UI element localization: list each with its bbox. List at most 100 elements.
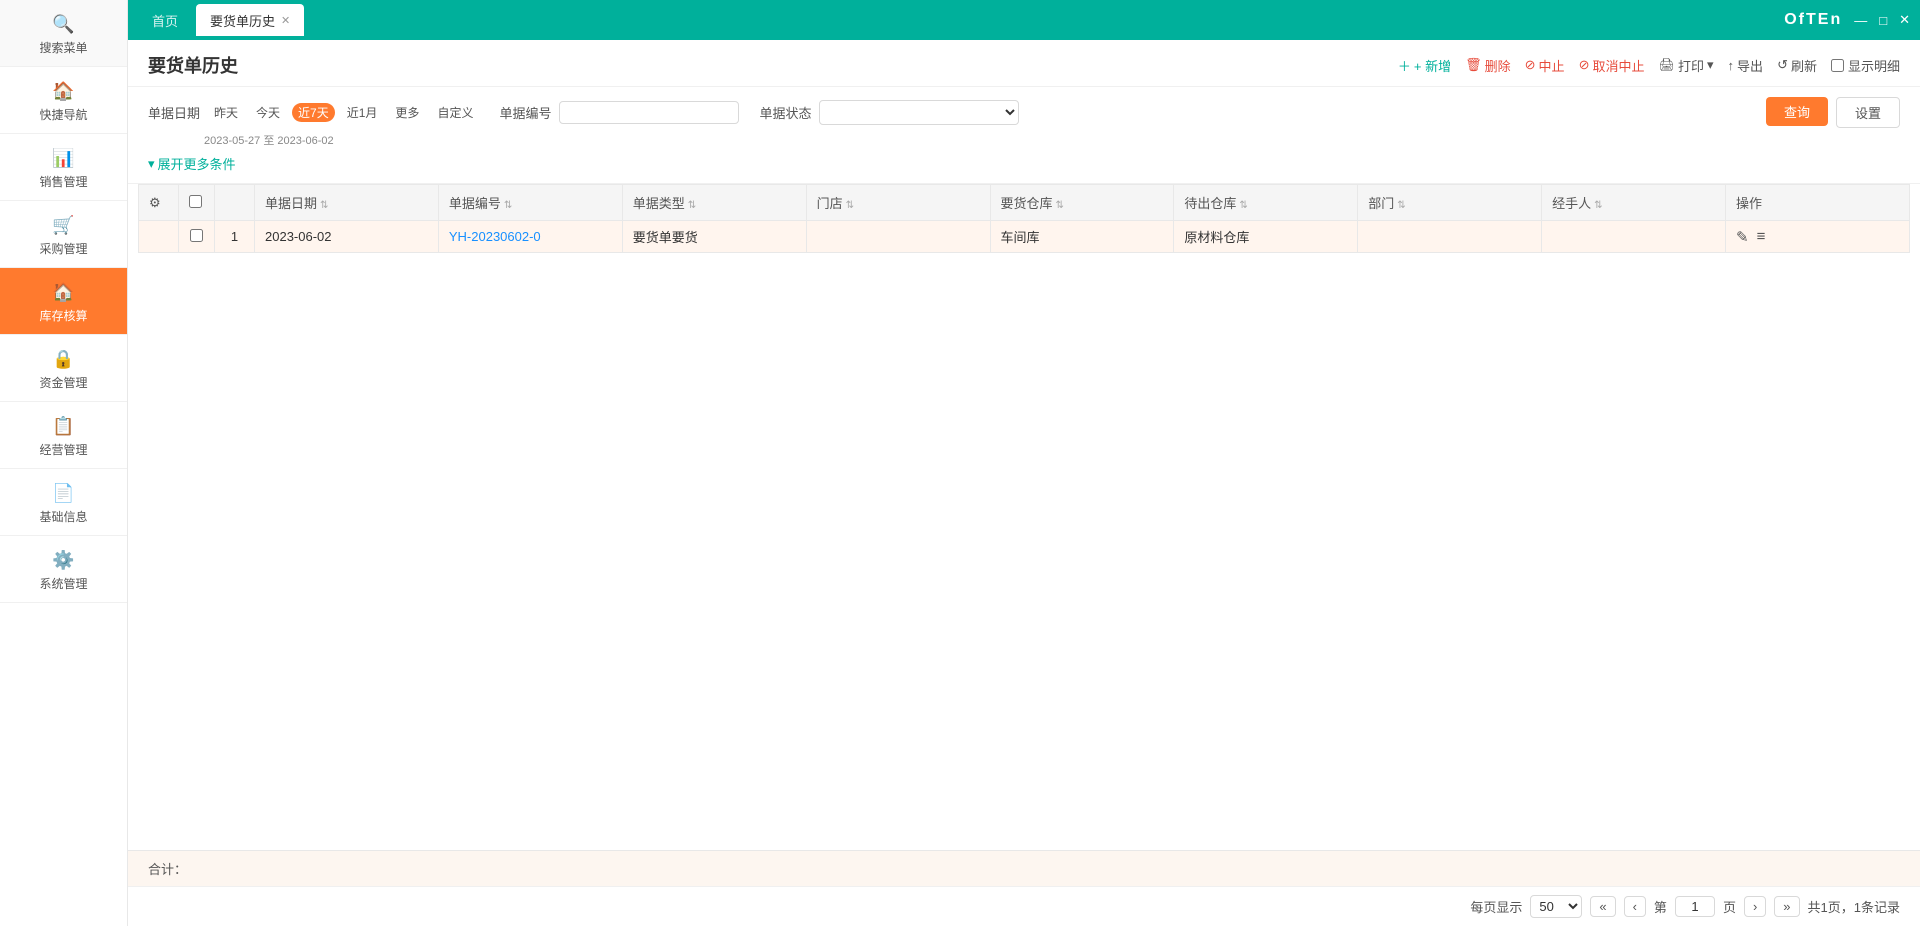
shortcut-today[interactable]: 今天 <box>250 103 286 122</box>
row-edit-icon[interactable]: ✎ <box>1736 228 1749 246</box>
page-size-select[interactable]: 20 50 100 <box>1530 895 1582 918</box>
col-doc-no[interactable]: 单据编号⇅ <box>438 185 622 221</box>
export-label: 导出 <box>1737 56 1763 75</box>
next-page-btn[interactable]: › <box>1744 896 1766 917</box>
tab-home[interactable]: 首页 <box>138 4 192 36</box>
shortcut-7days[interactable]: 近7天 <box>292 103 335 122</box>
sidebar-item-sales[interactable]: 📊 销售管理 <box>0 134 127 201</box>
query-button[interactable]: 查询 <box>1766 97 1828 126</box>
select-all-checkbox[interactable] <box>189 195 202 208</box>
sidebar-item-label: 采购管理 <box>39 240 87 257</box>
page-number-input[interactable] <box>1675 896 1715 917</box>
total-info: 共1页，1条记录 <box>1808 897 1900 916</box>
col-pending-warehouse[interactable]: 待出仓库⇅ <box>1174 185 1358 221</box>
col-department[interactable]: 部门⇅ <box>1358 185 1542 221</box>
sidebar-item-system[interactable]: ⚙️ 系统管理 <box>0 536 127 603</box>
row-department <box>1358 221 1542 253</box>
sidebar-item-inventory[interactable]: 🏠 库存核算 <box>0 268 127 335</box>
tab-requisition-label: 要货单历史 <box>210 11 275 30</box>
cancel-stop-button[interactable]: ⊘ 取消中止 <box>1579 56 1645 75</box>
refresh-button[interactable]: ↺ 刷新 <box>1777 56 1817 75</box>
last-page-btn[interactable]: » <box>1774 896 1799 917</box>
sales-icon: 📊 <box>52 148 74 169</box>
col-doc-date[interactable]: 单据日期⇅ <box>255 185 439 221</box>
sort-doc-no-icon: ⇅ <box>504 200 512 211</box>
sidebar-item-purchase[interactable]: 🛒 采购管理 <box>0 201 127 268</box>
sidebar-item-label: 资金管理 <box>39 374 87 391</box>
show-detail-label: 显示明细 <box>1848 56 1900 75</box>
window-minimize-btn[interactable]: — <box>1854 13 1867 28</box>
col-action: 操作 <box>1726 185 1910 221</box>
shortcut-yesterday[interactable]: 昨天 <box>208 103 244 122</box>
expand-filter-btn[interactable]: ▾ 展开更多条件 <box>148 154 1900 173</box>
sum-label: 合计： <box>148 859 187 878</box>
shortcut-1month[interactable]: 近1月 <box>341 103 384 122</box>
prev-page-btn[interactable]: ‹ <box>1624 896 1646 917</box>
col-checkbox <box>179 185 215 221</box>
refresh-icon: ↺ <box>1777 57 1788 73</box>
status-select[interactable] <box>819 100 1019 125</box>
table-row: 1 2023-06-02 YH-20230602-0 要货单要货 车间库 原材料… <box>139 221 1910 253</box>
content-area: 要货单历史 ＋ + 新增 🗑 删除 ⊘ 中止 ⊘ 取消中止 <box>128 40 1920 926</box>
row-index: 1 <box>215 221 255 253</box>
delete-button[interactable]: 🗑 删除 <box>1465 56 1511 75</box>
stop-button[interactable]: ⊘ 中止 <box>1525 56 1565 75</box>
stop-icon: ⊘ <box>1525 57 1536 73</box>
expand-label: 展开更多条件 <box>158 154 236 173</box>
date-filter-label: 单据日期 <box>148 103 200 122</box>
shortcut-more[interactable]: 更多 <box>389 103 425 122</box>
table-area: ⚙ 单据日期⇅ 单据编号⇅ 单据类型⇅ <box>128 184 1920 850</box>
sidebar-item-quick-nav[interactable]: 🏠 快捷导航 <box>0 67 127 134</box>
row-doc-no[interactable]: YH-20230602-0 <box>438 221 622 253</box>
sidebar-item-basic[interactable]: 📄 基础信息 <box>0 469 127 536</box>
print-button[interactable]: 🖨 打印 ▾ <box>1658 56 1713 75</box>
delete-label: 删除 <box>1485 56 1511 75</box>
show-detail-checkbox[interactable] <box>1831 59 1844 72</box>
setting-button[interactable]: 设置 <box>1836 97 1900 128</box>
col-index <box>215 185 255 221</box>
doc-no-input[interactable] <box>559 101 739 124</box>
doc-no-filter-group: 单据编号 <box>499 101 739 124</box>
tab-requisition-history[interactable]: 要货单历史 ✕ <box>196 4 304 36</box>
sidebar-item-operation[interactable]: 📋 经营管理 <box>0 402 127 469</box>
sidebar-item-search-menu[interactable]: 🔍 搜索菜单 <box>0 0 127 67</box>
expand-icon: ▾ <box>148 156 155 172</box>
cancel-icon: ⊘ <box>1579 57 1590 73</box>
window-maximize-btn[interactable]: □ <box>1879 13 1887 28</box>
print-label: 打印 <box>1678 56 1704 75</box>
window-close-btn[interactable]: ✕ <box>1899 12 1910 28</box>
sidebar-item-label: 经营管理 <box>39 441 87 458</box>
export-button[interactable]: ↑ 导出 <box>1728 56 1764 75</box>
operation-icon: 📋 <box>52 416 74 437</box>
tab-close-icon[interactable]: ✕ <box>281 14 290 27</box>
col-store[interactable]: 门店⇅ <box>806 185 990 221</box>
sort-store-icon: ⇅ <box>846 200 854 211</box>
sidebar-item-finance[interactable]: 🔒 资金管理 <box>0 335 127 402</box>
sidebar-item-label: 快捷导航 <box>39 106 87 123</box>
first-page-btn[interactable]: « <box>1590 896 1615 917</box>
new-button[interactable]: ＋ + 新增 <box>1398 56 1451 75</box>
show-detail-toggle[interactable]: 显示明细 <box>1831 56 1900 75</box>
export-icon: ↑ <box>1728 58 1735 73</box>
col-settings[interactable]: ⚙ <box>139 185 179 221</box>
cancel-label: 取消中止 <box>1592 56 1644 75</box>
row-action: ✎ ≡ <box>1726 221 1910 253</box>
data-table: ⚙ 单据日期⇅ 单据编号⇅ 单据类型⇅ <box>138 184 1910 253</box>
sidebar: 🔍 搜索菜单 🏠 快捷导航 📊 销售管理 🛒 采购管理 🏠 库存核算 🔒 资金管… <box>0 0 128 926</box>
tab-home-label: 首页 <box>152 11 178 30</box>
col-req-warehouse[interactable]: 要货仓库⇅ <box>990 185 1174 221</box>
sort-department-icon: ⇅ <box>1397 200 1405 211</box>
sort-req-warehouse-icon: ⇅ <box>1056 200 1064 211</box>
date-range-display: 2023-05-27 至 2023-06-02 <box>204 135 334 147</box>
row-checkbox[interactable] <box>179 221 215 253</box>
col-doc-type[interactable]: 单据类型⇅ <box>622 185 806 221</box>
search-menu-icon: 🔍 <box>52 14 74 35</box>
page-size-label: 每页显示 <box>1470 897 1522 916</box>
shortcut-custom[interactable]: 自定义 <box>431 103 479 122</box>
sidebar-item-label: 销售管理 <box>39 173 87 190</box>
row-more-icon[interactable]: ≡ <box>1757 228 1766 245</box>
row-doc-type: 要货单要货 <box>622 221 806 253</box>
basic-icon: 📄 <box>52 483 74 504</box>
print-dropdown-icon[interactable]: ▾ <box>1707 57 1714 73</box>
col-handler[interactable]: 经手人⇅ <box>1542 185 1726 221</box>
